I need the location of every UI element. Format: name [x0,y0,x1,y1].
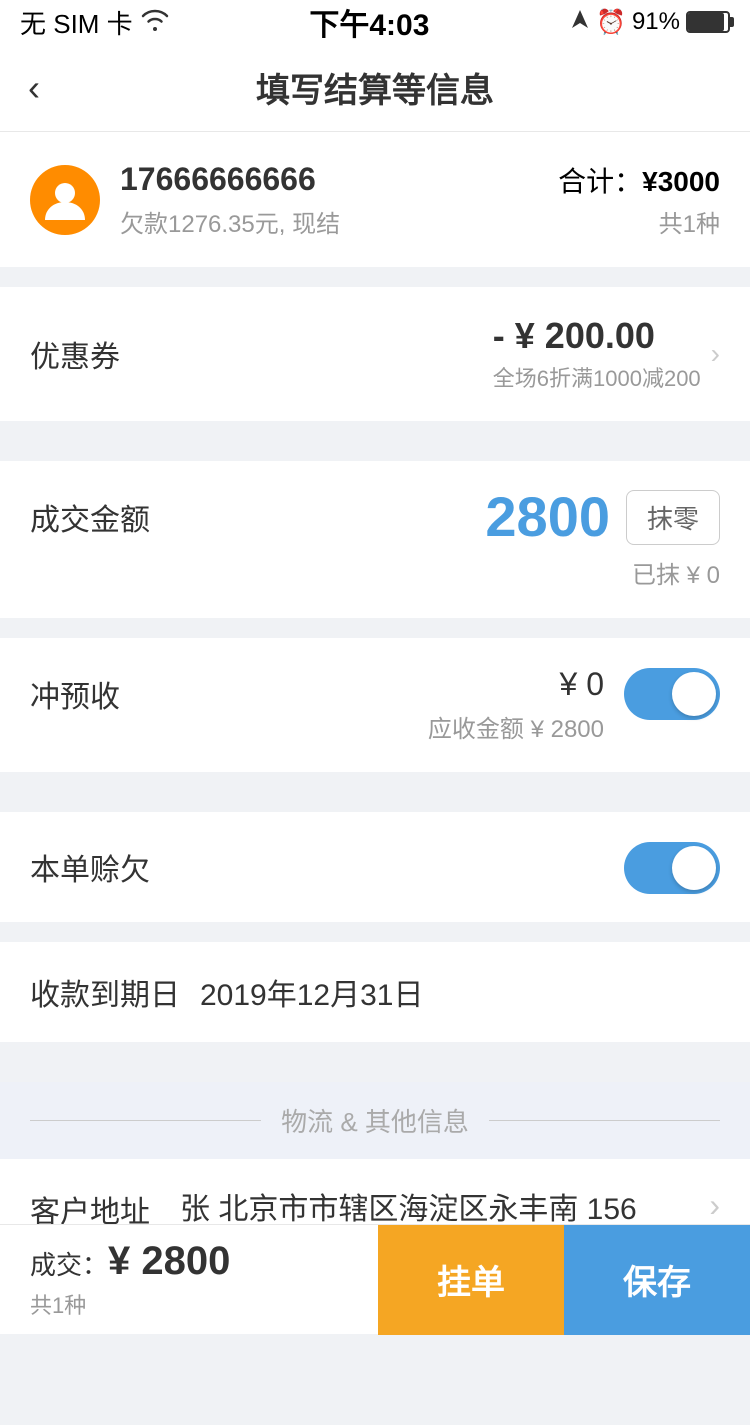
logistics-label: 物流 & 其他信息 [281,1102,469,1139]
location-icon [570,8,590,37]
avatar [30,165,100,235]
bottom-deal-label: 成交： [30,1250,108,1280]
nav-bar: ‹ 填写结算等信息 [0,44,750,132]
bottom-deal-count: 共1种 [30,1288,348,1320]
customer-info: 17666666666 欠款1276.35元, 现结 [120,161,340,239]
time-label: 下午4:03 [309,0,429,44]
prepay-section: 冲预收 ¥ 0 应收金额 ¥ 2800 [0,638,750,772]
coupon-label: 优惠券 [30,332,120,376]
battery-bar [686,11,730,33]
coupon-right: - ¥ 200.00 全场6折满1000减200 › [493,315,720,393]
address-chevron-icon: › [709,1187,720,1224]
prepay-value-block: ¥ 0 应收金额 ¥ 2800 [428,666,604,744]
coupon-row[interactable]: 优惠券 - ¥ 200.00 全场6折满1000减200 › [0,287,750,421]
alarm-icon: ⏰ [596,8,626,37]
duedate-label: 收款到期日 [30,970,180,1014]
amount-row: 成交金额 2800 抹零 [30,489,720,545]
amount-right: 2800 抹零 [485,489,720,545]
status-bar: 无 SIM 卡 下午4:03 ⏰ 91% [0,0,750,44]
section-divider-2 [0,792,750,812]
total-label-amount: 合计：¥3000 [558,160,720,200]
prepay-sub: 应收金额 ¥ 2800 [428,709,604,744]
customer-phone: 17666666666 [120,161,340,198]
prepay-right: ¥ 0 应收金额 ¥ 2800 [428,666,720,744]
status-left: 无 SIM 卡 [20,4,169,41]
save-button[interactable]: 保存 [564,1225,750,1335]
total-label: 合计： [558,166,642,197]
deferred-section: 本单赊欠 [0,812,750,922]
bottom-summary: 成交：¥ 2800 共1种 [0,1239,378,1320]
carrier-label: 无 SIM 卡 [20,4,133,41]
logistics-line-left [30,1120,261,1121]
section-divider-3 [0,1062,750,1082]
customer-debt: 欠款1276.35元, 现结 [120,204,340,239]
page-title: 填写结算等信息 [256,63,494,112]
deferred-label: 本单赊欠 [30,845,150,889]
duedate-section: 收款到期日 2019年12月31日 [0,942,750,1042]
amount-section: 成交金额 2800 抹零 已抹 ¥ 0 [0,461,750,618]
battery-percent: 91% [632,8,680,36]
toggle-knob [672,672,716,716]
prepay-amount: ¥ 0 [428,666,604,703]
section-divider-1 [0,441,750,461]
coupon-discount: - ¥ 200.00 [493,315,701,357]
round-off-button[interactable]: 抹零 [626,490,720,545]
coupon-info: - ¥ 200.00 全场6折满1000减200 [493,315,701,393]
bottom-deal-row: 成交：¥ 2800 [30,1239,348,1284]
bottom-bar: 成交：¥ 2800 共1种 挂单 保存 [0,1224,750,1334]
customer-left: 17666666666 欠款1276.35元, 现结 [30,161,340,239]
coupon-detail: 全场6折满1000减200 [493,361,701,393]
wifi-icon [141,7,169,38]
customer-card: 17666666666 欠款1276.35元, 现结 合计：¥3000 共1种 [0,132,750,267]
amount-sub: 已抹 ¥ 0 [30,555,720,590]
battery-fill [688,13,724,31]
total-amount: ¥3000 [642,166,720,197]
prepay-label: 冲预收 [30,666,120,716]
total-count: 共1种 [558,204,720,239]
deferred-toggle[interactable] [624,842,720,894]
back-button[interactable]: ‹ [28,67,40,109]
chevron-right-icon: › [711,338,720,370]
deferred-toggle-knob [672,846,716,890]
customer-right: 合计：¥3000 共1种 [558,160,720,239]
duedate-value: 2019年12月31日 [200,970,423,1014]
logistics-header: 物流 & 其他信息 [0,1082,750,1159]
amount-value: 2800 [485,489,610,545]
prepay-toggle[interactable] [624,668,720,720]
bottom-deal-amount: ¥ 2800 [108,1239,230,1283]
logistics-line-right [489,1120,720,1121]
status-right: ⏰ 91% [570,8,730,37]
amount-label: 成交金额 [30,495,150,539]
hold-button[interactable]: 挂单 [378,1225,564,1335]
prepay-row: 冲预收 ¥ 0 应收金额 ¥ 2800 [30,666,720,744]
